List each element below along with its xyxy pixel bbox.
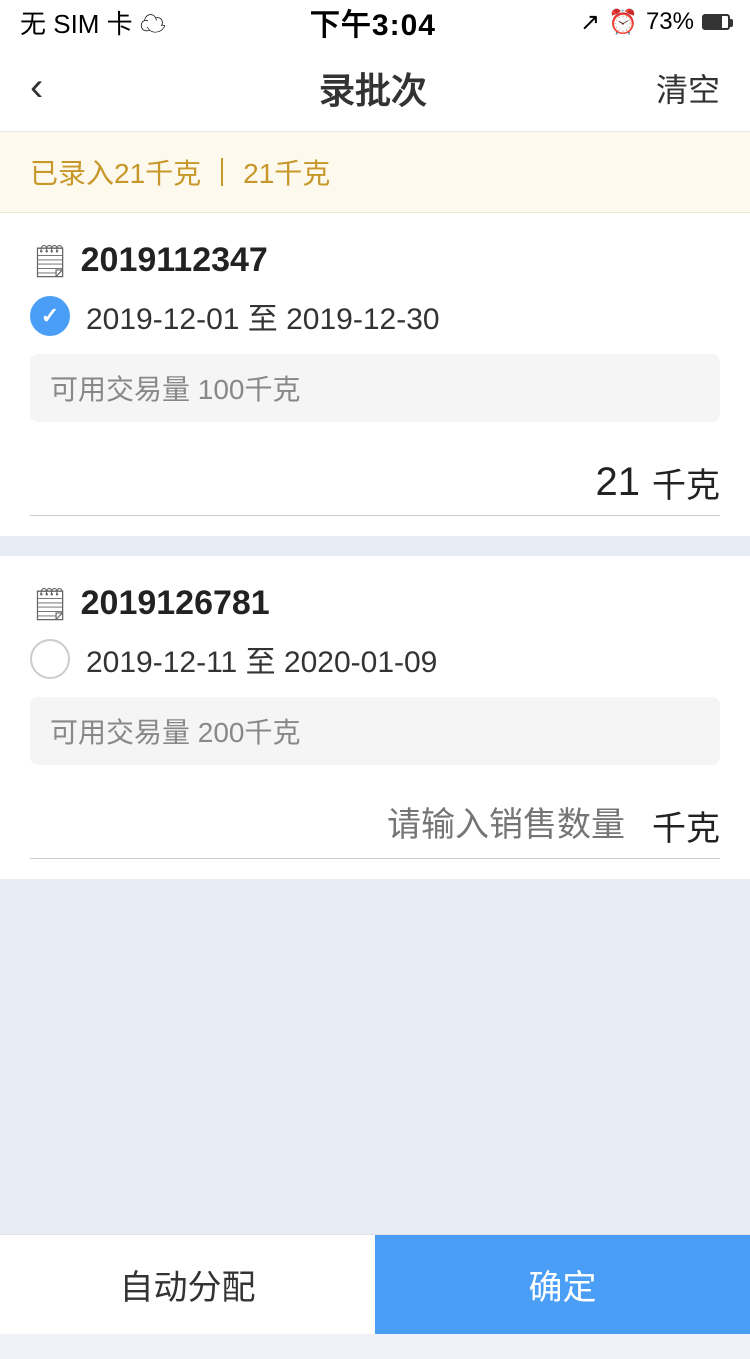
qty-unit-1: 千克 [652,458,720,507]
location-icon: ↗ [580,8,600,37]
nav-bar: ‹ 录批次 清空 [0,44,750,132]
alarm-icon: ⏰ [608,8,638,37]
auto-distribute-button[interactable]: 自动分配 [0,1235,375,1334]
batch-date-row-2: 2019-12-11 至 2020-01-09 [30,637,720,681]
battery-text: 73% [646,8,694,36]
batch-date-row-1: 2019-12-01 至 2019-12-30 [30,294,720,338]
batch-id-1: 2019112347 [81,241,268,280]
input-row-2[interactable]: 千克 [0,785,750,850]
batch-date-2: 2019-12-11 至 2020-01-09 [86,637,437,681]
batch-id-icon-2: 🗒 [30,585,71,623]
page-title: 录批次 [319,62,427,114]
batch-header-2: 🗒 2019126781 [30,584,720,623]
batch-date-1: 2019-12-01 至 2019-12-30 [86,294,440,338]
available-qty-1: 可用交易量 100千克 [30,354,720,422]
no-sim-text: 无 SIM 卡 ☁ [20,4,166,41]
batch-item-1: 🗒 2019112347 2019-12-01 至 2019-12-30 可用交… [0,213,750,422]
batch-card-2: 🗒 2019126781 2019-12-11 至 2020-01-09 可用交… [0,556,750,879]
info-divider [221,158,223,186]
radio-1[interactable] [30,296,70,336]
batch-item-2: 🗒 2019126781 2019-12-11 至 2020-01-09 可用交… [0,556,750,765]
radio-2[interactable] [30,639,70,679]
section-divider [0,536,750,556]
batch-id-2: 2019126781 [81,584,270,623]
status-bar: 无 SIM 卡 ☁ 下午3:04 ↗ ⏰ 73% [0,0,750,44]
available-qty-2: 可用交易量 200千克 [30,697,720,765]
status-right: ↗ ⏰ 73% [580,8,730,37]
back-button[interactable]: ‹ [30,65,90,110]
amount-text: 21千克 [243,152,330,192]
qty-value-1: 21 [596,460,641,505]
qty-input-2[interactable] [30,806,640,845]
batch-card-1: 🗒 2019112347 2019-12-01 至 2019-12-30 可用交… [0,213,750,536]
batch-header-1: 🗒 2019112347 [30,241,720,280]
batch-id-icon-1: 🗒 [30,242,71,280]
gray-area [0,879,750,1259]
battery-icon [702,14,730,30]
qty-row-1: 21 千克 [0,442,750,507]
status-time: 下午3:04 [310,0,436,44]
recorded-text: 已录入21千克 [30,152,201,192]
status-left: 无 SIM 卡 ☁ [20,4,166,41]
bottom-bar: 自动分配 确定 [0,1234,750,1334]
clear-button[interactable]: 清空 [656,65,720,111]
confirm-button[interactable]: 确定 [375,1235,750,1334]
input-unit-2: 千克 [652,801,720,850]
info-bar: 已录入21千克 21千克 [0,132,750,213]
